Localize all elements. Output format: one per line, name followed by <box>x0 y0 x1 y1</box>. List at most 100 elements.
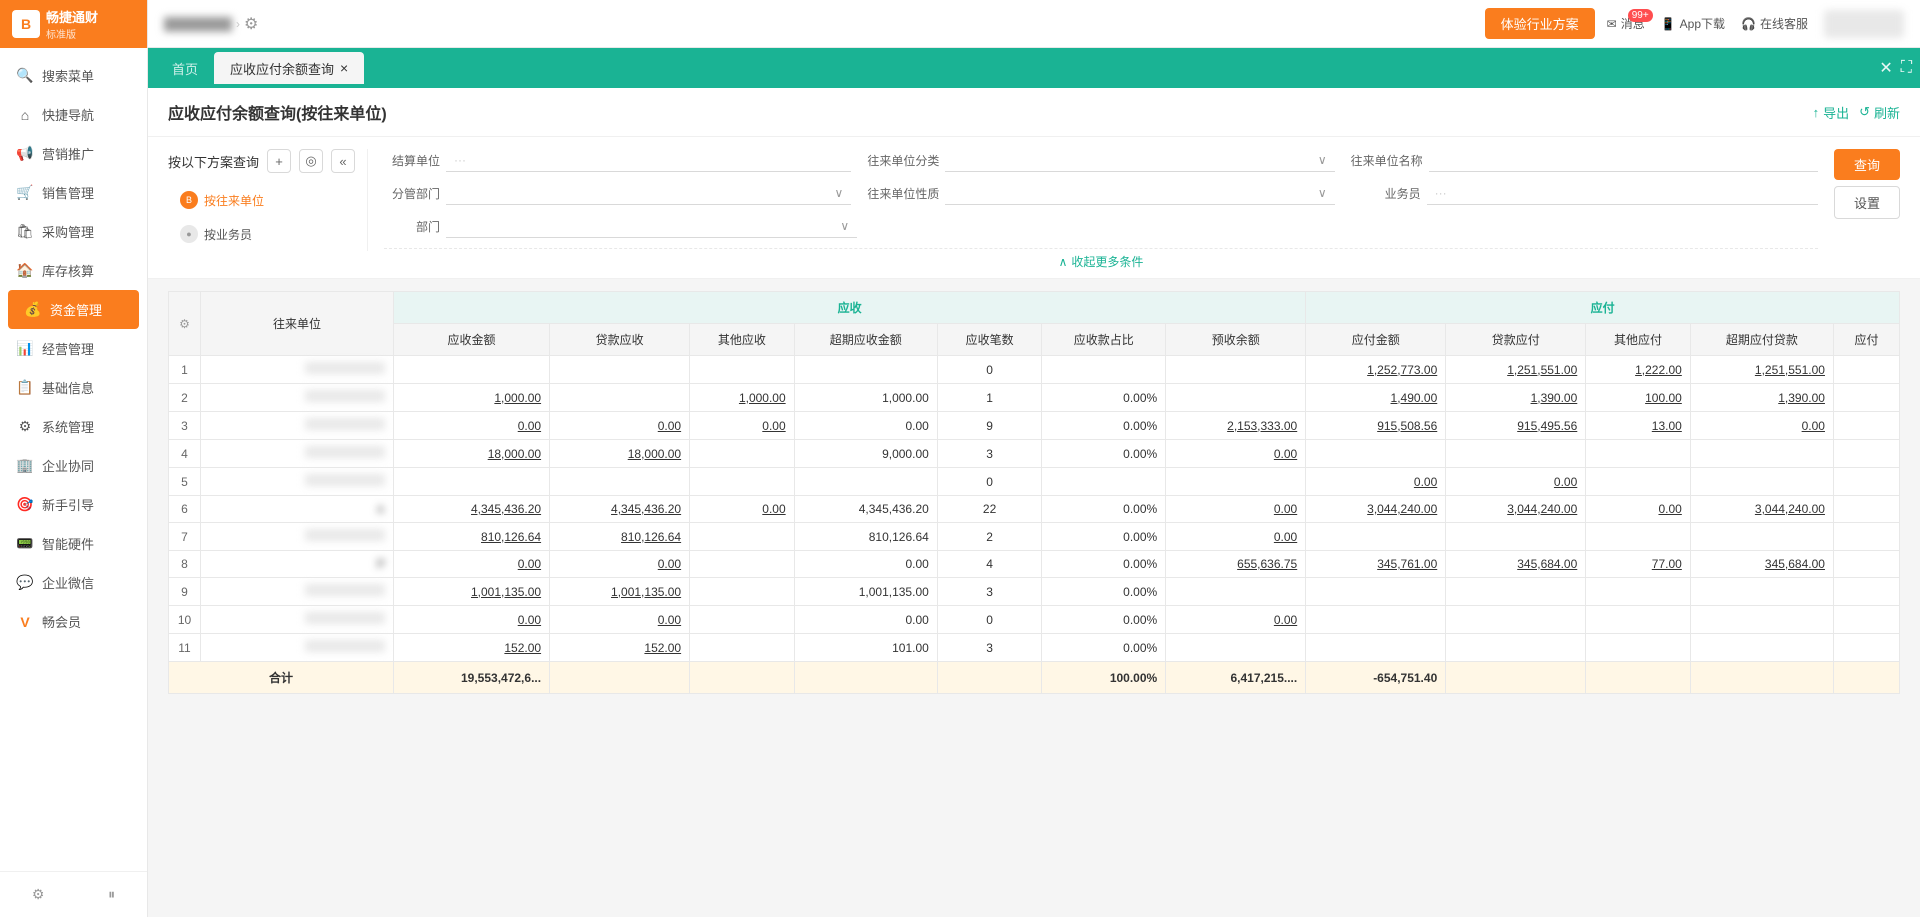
tab-ar-ap-label: 应收应付余额查询 <box>230 59 334 78</box>
footer-ap-loan <box>1446 662 1586 694</box>
message-btn[interactable]: ✉ 消息 99+ <box>1607 15 1645 32</box>
scheme-item-partner[interactable]: B 按往来单位 <box>168 183 355 217</box>
sidebar-item-marketing[interactable]: 📢 营销推广 <box>0 134 147 173</box>
tab-ar-ap[interactable]: 应收应付余额查询 × <box>214 52 364 84</box>
th-ap-amount: 应付金额 <box>1306 324 1446 356</box>
salesperson-label: 业务员 <box>1351 185 1421 202</box>
dept-select[interactable]: ∨ <box>446 182 851 205</box>
filter-group-partner-name: 往来单位名称 <box>1351 149 1818 172</box>
tab-close-btn[interactable]: × <box>340 60 348 76</box>
page-header-actions: ↑ 导出 ↺ 刷新 <box>1813 103 1900 122</box>
sidebar-item-quick-nav[interactable]: ⌂ 快捷导航 <box>0 95 147 134</box>
footer-label: 合计 <box>169 662 394 694</box>
logo-text: 畅捷通财 <box>46 7 98 26</box>
sidebar-item-system[interactable]: ⚙ 系统管理 <box>0 407 147 446</box>
online-service-btn[interactable]: 🎧 在线客服 <box>1741 15 1808 32</box>
base-info-icon: 📋 <box>16 379 34 397</box>
user-avatar[interactable] <box>1824 10 1904 38</box>
salesperson-input[interactable]: ··· <box>1427 182 1818 205</box>
page-header: 应收应付余额查询(按往来单位) ↑ 导出 ↺ 刷新 <box>148 88 1920 137</box>
sidebar-item-finance[interactable]: 💰 资金管理 <box>8 290 139 329</box>
sidebar-item-label: 快捷导航 <box>42 105 94 124</box>
collapse-btn[interactable]: ∧ 收起更多条件 <box>384 248 1818 278</box>
app-download-btn[interactable]: 📱 App下载 <box>1661 15 1725 32</box>
table-row: 8P0.000.000.0040.00%655,636.75345,761.00… <box>169 551 1900 578</box>
tab-home-label: 首页 <box>172 59 198 78</box>
tab-home[interactable]: 首页 <box>156 52 214 84</box>
sidebar-logo: B 畅捷通财 标准版 <box>0 0 147 48</box>
filter-group-dept2: 部门 ∨ <box>384 215 857 238</box>
partner-name-label: 往来单位名称 <box>1351 152 1423 169</box>
refresh-btn[interactable]: ↺ 刷新 <box>1859 103 1900 122</box>
ar-ap-table: ⚙ 往来单位 应收 应付 应收金额 贷款应收 其他应收 超期应收金额 <box>168 291 1900 694</box>
th-settings[interactable]: ⚙ <box>169 292 201 356</box>
table-scroll[interactable]: ⚙ 往来单位 应收 应付 应收金额 贷款应收 其他应收 超期应收金额 <box>168 291 1900 694</box>
sidebar-item-label: 营销推广 <box>42 144 94 163</box>
member-icon: V <box>16 613 34 631</box>
table-container: ⚙ 往来单位 应收 应付 应收金额 贷款应收 其他应收 超期应收金额 <box>148 279 1920 917</box>
sidebar-settings-btn[interactable]: ⚙ <box>26 880 51 909</box>
hardware-icon: 📟 <box>16 535 34 553</box>
th-ap-loan: 贷款应付 <box>1446 324 1586 356</box>
footer-ar-overdue <box>794 662 937 694</box>
partner-nature-select[interactable]: ∨ <box>945 182 1334 205</box>
add-scheme-btn[interactable]: + <box>267 149 291 173</box>
sidebar-collapse-btn[interactable]: ⏸ <box>102 880 121 909</box>
wechat-icon: 💬 <box>16 574 34 592</box>
sidebar-item-label: 智能硬件 <box>42 534 94 553</box>
partner-type-select[interactable]: ∨ <box>945 149 1334 172</box>
setting-btn[interactable]: 设置 <box>1834 186 1900 219</box>
sidebar-bottom: ⚙ ⏸ <box>0 871 147 917</box>
topbar-gear-btn[interactable]: ⚙ <box>244 14 258 34</box>
sidebar-item-inventory[interactable]: 🏠 库存核算 <box>0 251 147 290</box>
footer-ar-other <box>690 662 795 694</box>
query-btn[interactable]: 查询 <box>1834 149 1900 180</box>
th-ar-loan: 贷款应收 <box>550 324 690 356</box>
search-icon: 🔍 <box>16 67 34 85</box>
th-ap-x: 应付 <box>1833 324 1899 356</box>
scheme-partner-icon: B <box>180 191 198 209</box>
filter-row-1: 结算单位 ··· 往来单位分类 ∨ <box>384 149 1818 172</box>
scheme-item-salesperson[interactable]: ● 按业务员 <box>168 217 355 251</box>
sidebar-item-label: 经营管理 <box>42 339 94 358</box>
sidebar-item-operations[interactable]: 📊 经营管理 <box>0 329 147 368</box>
industry-solution-btn[interactable]: 体验行业方案 <box>1485 8 1595 39</box>
settings-scheme-btn[interactable]: ◎ <box>299 149 323 173</box>
page-title: 应收应付余额查询(按往来单位) <box>168 100 387 124</box>
settlement-input[interactable]: ··· <box>446 149 851 172</box>
footer-ap-amount: -654,751.40 <box>1306 662 1446 694</box>
tab-fullscreen-btn[interactable]: ⛶ <box>1901 59 1912 77</box>
sidebar-item-label: 资金管理 <box>50 300 102 319</box>
scheme-salesperson-icon: ● <box>180 225 198 243</box>
sidebar-item-base-info[interactable]: 📋 基础信息 <box>0 368 147 407</box>
table-settings-icon[interactable]: ⚙ <box>179 317 190 331</box>
corp-icon: 🏢 <box>16 457 34 475</box>
sidebar-item-wechat[interactable]: 💬 企业微信 <box>0 563 147 602</box>
sidebar-item-corp[interactable]: 🏢 企业协同 <box>0 446 147 485</box>
sidebar-item-member[interactable]: V 畅会员 <box>0 602 147 641</box>
collapse-scheme-btn[interactable]: « <box>331 149 355 173</box>
sidebar-item-hardware[interactable]: 📟 智能硬件 <box>0 524 147 563</box>
table-row: 418,000.0018,000.009,000.0030.00%0.00 <box>169 440 1900 468</box>
sidebar-item-label: 畅会员 <box>42 612 81 631</box>
dept2-select[interactable]: ∨ <box>446 215 857 238</box>
filter-group-dept: 分管部门 ∨ <box>384 182 851 205</box>
th-ap-overdue: 超期应付贷款 <box>1690 324 1833 356</box>
partner-name-input[interactable] <box>1429 149 1818 172</box>
home-icon: ⌂ <box>16 106 34 124</box>
export-btn[interactable]: ↑ 导出 <box>1813 103 1850 122</box>
message-badge: 99+ <box>1628 9 1653 22</box>
main-area: ████████ › ⚙ 体验行业方案 ✉ 消息 99+ 📱 App下载 🎧 在… <box>148 0 1920 917</box>
footer-ar-prepaid: 6,417,215.... <box>1166 662 1306 694</box>
sidebar-item-search-menu[interactable]: 🔍 搜索菜单 <box>0 56 147 95</box>
sidebar-item-purchase[interactable]: 🛍 采购管理 <box>0 212 147 251</box>
table-row: 7810,126.64810,126.64810,126.6420.00%0.0… <box>169 523 1900 551</box>
table-row: 11152.00152.00101.0030.00% <box>169 634 1900 662</box>
tab-close-all-btn[interactable]: ✕ <box>1879 58 1892 78</box>
th-ar-ratio: 应收款占比 <box>1042 324 1166 356</box>
th-ar-other: 其他应收 <box>690 324 795 356</box>
sidebar-item-sales[interactable]: 🛒 销售管理 <box>0 173 147 212</box>
th-partner: 往来单位 <box>201 292 394 356</box>
footer-ap-x <box>1833 662 1899 694</box>
sidebar-item-guide[interactable]: 🎯 新手引导 <box>0 485 147 524</box>
